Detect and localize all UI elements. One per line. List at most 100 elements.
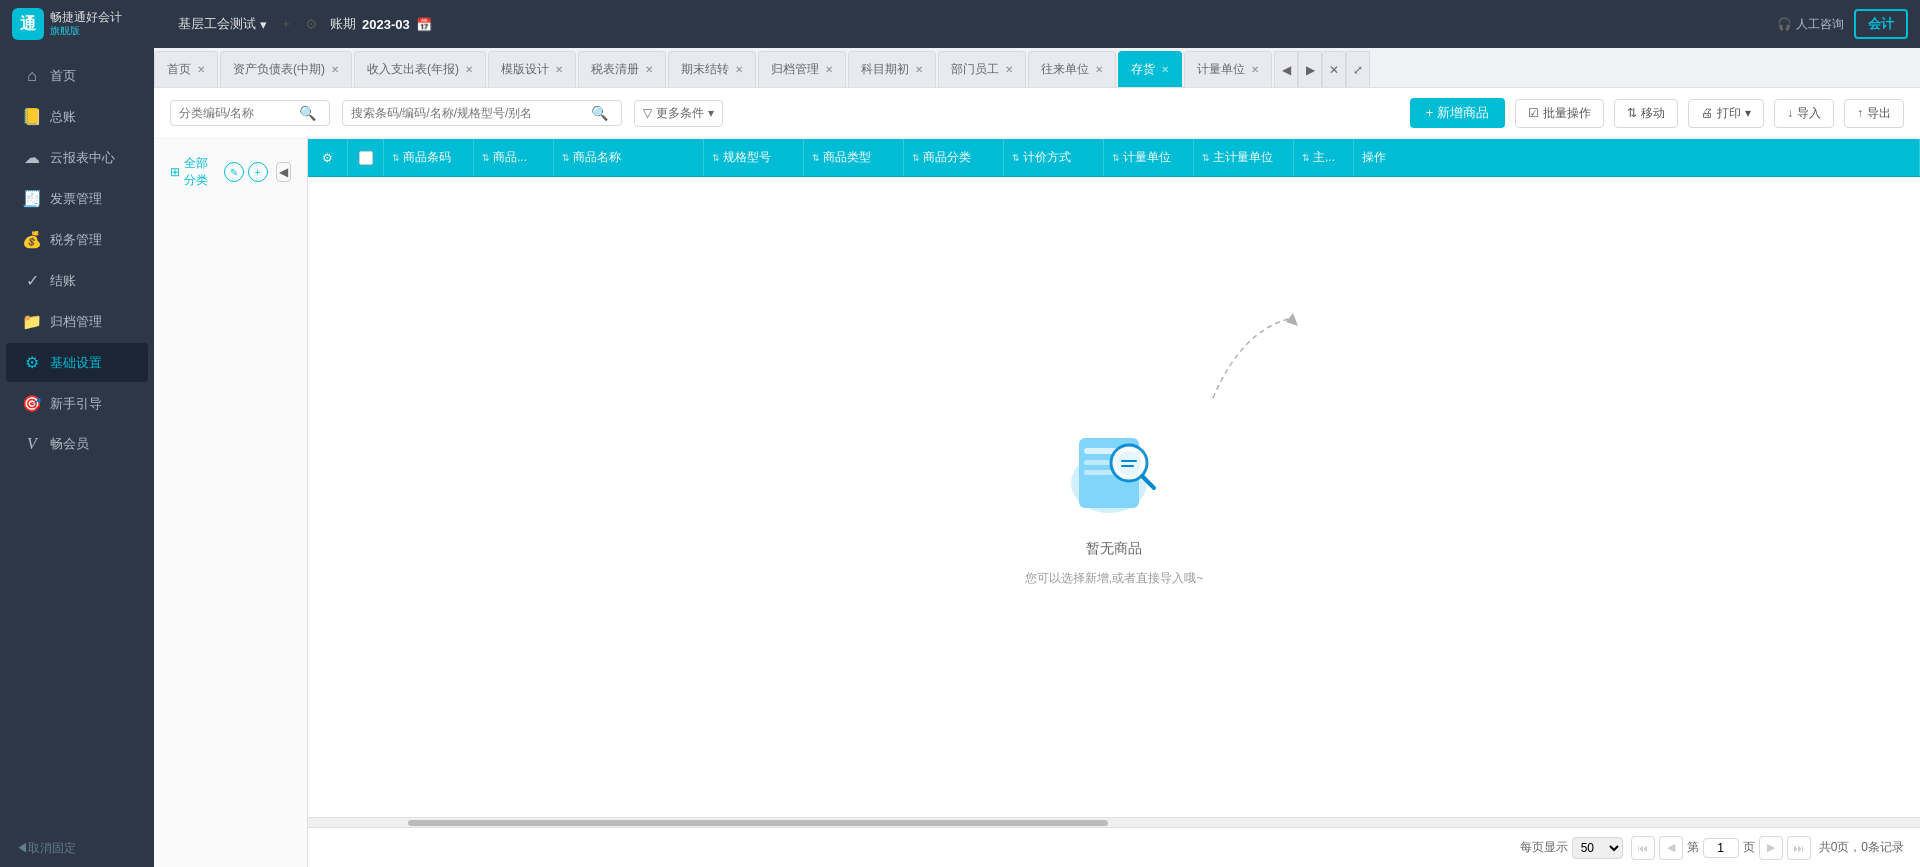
th-price[interactable]: ⇅ 计价方式 [1004,139,1104,176]
print-button[interactable]: 🖨 打印 ▾ [1688,99,1764,128]
archive-icon: 📁 [22,312,42,331]
header-checkbox[interactable] [359,151,373,165]
page-input[interactable] [1703,838,1739,858]
category-all-item[interactable]: ⊞ 全部分类 ✎ + ◀ [162,149,299,195]
tab-balance-close[interactable]: ✕ [331,64,339,75]
batch-operation-button[interactable]: ☑ 批量操作 [1515,99,1604,128]
tab-measureunit[interactable]: 计量单位 ✕ [1184,51,1272,87]
category-search-input[interactable] [179,106,299,120]
app-version: 旗舰版 [50,24,122,38]
horizontal-scrollbar[interactable] [308,817,1920,827]
tab-prev-btn[interactable]: ◀ [1274,51,1298,87]
last-page-btn[interactable]: ⏭ [1787,836,1811,860]
tab-vendor-close[interactable]: ✕ [1095,64,1103,75]
th-extra[interactable]: ⇅ 主... [1294,139,1354,176]
company-select[interactable]: 基层工会测试 ▾ [178,15,267,33]
tab-measureunit-close[interactable]: ✕ [1251,64,1259,75]
tab-taxclear[interactable]: 税表清册 ✕ [578,51,666,87]
settings-icon[interactable]: ⚙ [305,16,318,32]
tab-deptemp[interactable]: 部门员工 ✕ [938,51,1026,87]
tab-next-btn[interactable]: ▶ [1298,51,1322,87]
calendar-icon[interactable]: 📅 [416,17,432,32]
tab-income-close[interactable]: ✕ [465,64,473,75]
scrollbar-thumb[interactable] [408,820,1108,826]
category-edit-btn[interactable]: ✎ [224,162,244,182]
th-spec[interactable]: ⇅ 规格型号 [704,139,804,176]
sidebar-item-ledger[interactable]: 📒 总账 [6,97,148,136]
sidebar-item-invoice[interactable]: 🧾 发票管理 [6,179,148,218]
first-page-btn[interactable]: ⏮ [1631,836,1655,860]
th-barcode[interactable]: ⇅ 商品条码 [384,139,474,176]
sidebar-item-archive[interactable]: 📁 归档管理 [6,302,148,341]
th-category-sort-icon: ⇅ [912,153,920,163]
tab-income-label: 收入支出表(年报) [367,61,459,78]
prev-page-btn[interactable]: ◀ [1659,836,1683,860]
th-category[interactable]: ⇅ 商品分类 [904,139,1004,176]
help-button[interactable]: 🎧 人工咨询 [1777,16,1844,33]
main-search-input[interactable] [351,106,591,120]
filter-button[interactable]: ▽ 更多条件 ▾ [634,100,723,127]
tab-taxclear-label: 税表清册 [591,61,639,78]
tab-income[interactable]: 收入支出表(年报) ✕ [354,51,486,87]
tab-periodclose[interactable]: 期末结转 ✕ [668,51,756,87]
tab-template[interactable]: 模版设计 ✕ [488,51,576,87]
tab-home[interactable]: 首页 ✕ [154,51,218,87]
tab-inventory-close[interactable]: ✕ [1161,64,1169,75]
sidebar-item-guide[interactable]: 🎯 新手引导 [6,384,148,423]
th-type[interactable]: ⇅ 商品类型 [804,139,904,176]
th-setting[interactable]: ⚙ [308,139,348,176]
company-name: 基层工会测试 [178,15,256,33]
main-area: 首页 ✕ 资产负债表(中期) ✕ 收入支出表(年报) ✕ 模版设计 ✕ 税表清册… [154,48,1920,867]
tab-subjectinit[interactable]: 科目期初 ✕ [848,51,936,87]
tab-vendor[interactable]: 往来单位 ✕ [1028,51,1116,87]
tab-expand-btn[interactable]: ⤢ [1346,51,1370,87]
kuaiji-button[interactable]: 会计 [1854,9,1908,39]
move-button[interactable]: ⇅ 移动 [1614,99,1678,128]
category-actions: ✎ + [224,162,268,182]
headset-icon: 🎧 [1777,17,1792,31]
batch-icon: ☑ [1528,106,1539,120]
sidebar-item-member[interactable]: V 畅会员 [6,425,148,463]
tax-icon: 💰 [22,230,42,249]
empty-state: 暂无商品 您可以选择新增,或者直接导入哦~ [1025,408,1203,587]
tab-template-close[interactable]: ✕ [555,64,563,75]
tab-archivemgmt-close[interactable]: ✕ [825,64,833,75]
sidebar-item-close[interactable]: ✓ 结账 [6,261,148,300]
close-period-icon: ✓ [22,271,42,290]
th-name[interactable]: ⇅ 商品名称 [554,139,704,176]
move-label: 移动 [1641,105,1665,122]
import-icon: ↓ [1787,106,1793,120]
add-product-button[interactable]: + 新增商品 [1410,98,1505,128]
tab-vendor-label: 往来单位 [1041,61,1089,78]
th-code[interactable]: ⇅ 商品... [474,139,554,176]
category-add-btn[interactable]: + [248,162,268,182]
tab-subjectinit-close[interactable]: ✕ [915,64,923,75]
import-label: 导入 [1797,105,1821,122]
sidebar-item-home[interactable]: ⌂ 首页 [6,57,148,95]
tab-archivemgmt[interactable]: 归档管理 ✕ [758,51,846,87]
logo-icon: 通 [12,8,44,40]
page-size-dropdown[interactable]: 50 100 200 [1572,837,1623,859]
sidebar-item-reports[interactable]: ☁ 云报表中心 [6,138,148,177]
next-page-btn[interactable]: ▶ [1759,836,1783,860]
sidebar-item-tax[interactable]: 💰 税务管理 [6,220,148,259]
th-main-unit[interactable]: ⇅ 主计量单位 [1194,139,1294,176]
tab-taxclear-close[interactable]: ✕ [645,64,653,75]
tab-deptemp-close[interactable]: ✕ [1005,64,1013,75]
sidebar-unpin-button[interactable]: ◀取消固定 [0,830,154,867]
tab-periodclose-close[interactable]: ✕ [735,64,743,75]
import-button[interactable]: ↓ 导入 [1774,99,1834,128]
add-company-btn[interactable]: ＋ [279,15,293,33]
tab-home-close[interactable]: ✕ [197,64,205,75]
category-search-icon[interactable]: 🔍 [299,105,316,121]
tab-close-all-btn[interactable]: ✕ [1322,51,1346,87]
main-search-icon[interactable]: 🔍 [591,105,608,121]
export-button[interactable]: ↑ 导出 [1844,99,1904,128]
th-unit[interactable]: ⇅ 计量单位 [1104,139,1194,176]
cloud-icon: ☁ [22,148,42,167]
tab-periodclose-label: 期末结转 [681,61,729,78]
tab-balance[interactable]: 资产负债表(中期) ✕ [220,51,352,87]
category-collapse-btn[interactable]: ◀ [276,162,291,182]
tab-inventory[interactable]: 存货 ✕ [1118,51,1182,87]
sidebar-item-settings[interactable]: ⚙ 基础设置 [6,343,148,382]
